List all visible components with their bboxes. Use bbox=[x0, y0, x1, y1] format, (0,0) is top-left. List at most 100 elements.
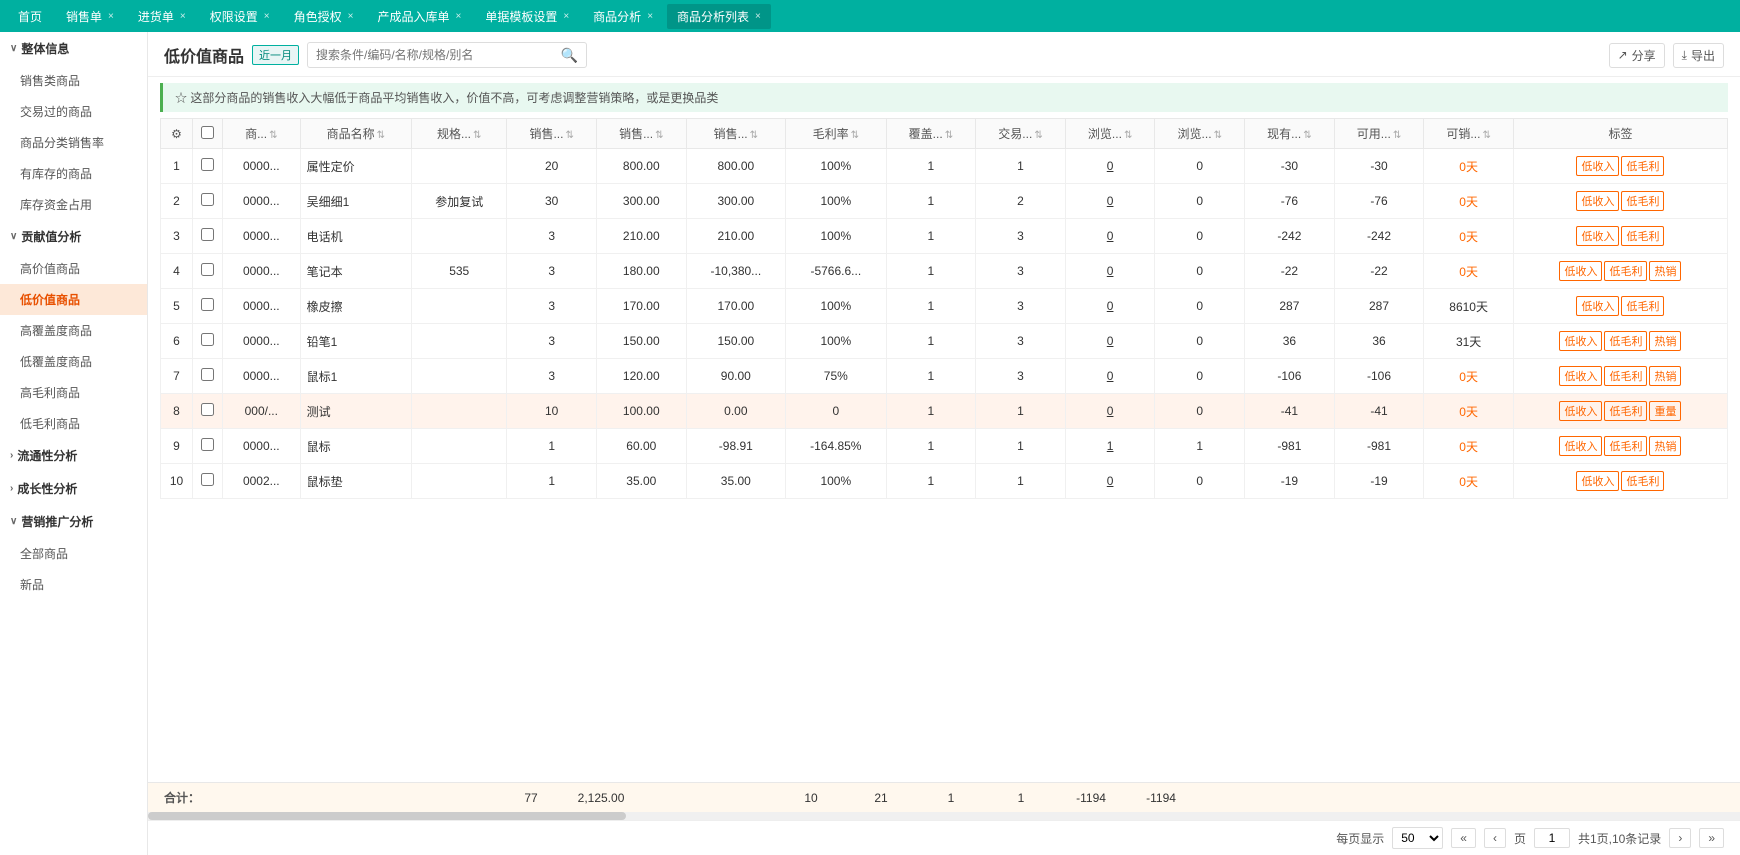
row-checkbox[interactable] bbox=[201, 438, 214, 451]
row-checkbox[interactable] bbox=[201, 368, 214, 381]
nav-close-role[interactable]: × bbox=[348, 11, 354, 22]
nav-product-in[interactable]: 产成品入库单 × bbox=[367, 4, 471, 29]
nav-template[interactable]: 单据模板设置 × bbox=[475, 4, 579, 29]
sidebar-item-low-coverage[interactable]: 低覆盖度商品 bbox=[0, 346, 147, 377]
row-view1[interactable]: 0 bbox=[1065, 219, 1155, 254]
row-checkbox-cell[interactable] bbox=[193, 149, 223, 184]
row-checkbox-cell[interactable] bbox=[193, 359, 223, 394]
row-checkbox-cell[interactable] bbox=[193, 394, 223, 429]
nav-home[interactable]: 首页 bbox=[8, 4, 52, 29]
col-checkbox[interactable] bbox=[193, 119, 223, 149]
sidebar-group-contribution[interactable]: ∨ 贡献值分析 bbox=[0, 220, 147, 253]
row-checkbox[interactable] bbox=[201, 228, 214, 241]
col-qty[interactable]: 销售...⇅ bbox=[507, 119, 597, 149]
row-view1[interactable]: 0 bbox=[1065, 464, 1155, 499]
view1-link[interactable]: 0 bbox=[1107, 369, 1114, 383]
nav-sales[interactable]: 销售单 × bbox=[56, 4, 124, 29]
col-settings[interactable]: ⚙ bbox=[161, 119, 193, 149]
col-view1[interactable]: 浏览...⇅ bbox=[1065, 119, 1155, 149]
export-button[interactable]: ⤓ 导出 bbox=[1673, 43, 1724, 68]
sidebar-group-overall[interactable]: ∨ 整体信息 bbox=[0, 32, 147, 65]
row-checkbox-cell[interactable] bbox=[193, 219, 223, 254]
nav-analysis[interactable]: 商品分析 × bbox=[583, 4, 663, 29]
sidebar-item-sales-goods[interactable]: 销售类商品 bbox=[0, 65, 147, 96]
col-code[interactable]: 商...⇅ bbox=[223, 119, 301, 149]
next-page-btn[interactable]: › bbox=[1669, 828, 1691, 848]
share-button[interactable]: ↗ 分享 bbox=[1609, 43, 1665, 68]
nav-close-permission[interactable]: × bbox=[264, 11, 270, 22]
first-page-btn[interactable]: « bbox=[1451, 828, 1476, 848]
nav-close-template[interactable]: × bbox=[563, 11, 569, 22]
nav-close-product-in[interactable]: × bbox=[455, 11, 461, 22]
per-page-select[interactable]: 50 100 200 bbox=[1392, 827, 1443, 849]
col-name[interactable]: 商品名称⇅ bbox=[300, 119, 411, 149]
table-container[interactable]: ⚙ 商...⇅ 商品名称⇅ 规格...⇅ 销售...⇅ 销售...⇅ 销售...… bbox=[148, 118, 1740, 782]
row-view1[interactable]: 0 bbox=[1065, 184, 1155, 219]
row-checkbox[interactable] bbox=[201, 333, 214, 346]
sidebar-item-in-stock[interactable]: 有库存的商品 bbox=[0, 158, 147, 189]
search-input[interactable] bbox=[316, 48, 557, 62]
col-margin[interactable]: 毛利率⇅ bbox=[786, 119, 887, 149]
col-coverage[interactable]: 覆盖...⇅ bbox=[886, 119, 976, 149]
sidebar-item-low-value[interactable]: 低价值商品 bbox=[0, 284, 147, 315]
sidebar-item-new-goods[interactable]: 新品 bbox=[0, 569, 147, 600]
last-page-btn[interactable]: » bbox=[1699, 828, 1724, 848]
sidebar-item-low-margin[interactable]: 低毛利商品 bbox=[0, 408, 147, 439]
col-days[interactable]: 可销...⇅ bbox=[1424, 119, 1514, 149]
view1-link[interactable]: 0 bbox=[1107, 194, 1114, 208]
col-view2[interactable]: 浏览...⇅ bbox=[1155, 119, 1245, 149]
page-input[interactable] bbox=[1534, 828, 1570, 848]
view1-link[interactable]: 0 bbox=[1107, 264, 1114, 278]
horizontal-scrollbar[interactable] bbox=[148, 812, 1740, 820]
view1-link[interactable]: 0 bbox=[1107, 404, 1114, 418]
nav-role[interactable]: 角色授权 × bbox=[284, 4, 364, 29]
nav-close-analysis-list[interactable]: × bbox=[755, 11, 761, 22]
row-view1[interactable]: 0 bbox=[1065, 289, 1155, 324]
prev-page-btn[interactable]: ‹ bbox=[1484, 828, 1506, 848]
row-view1[interactable]: 1 bbox=[1065, 429, 1155, 464]
row-view1[interactable]: 0 bbox=[1065, 359, 1155, 394]
row-checkbox-cell[interactable] bbox=[193, 289, 223, 324]
scrollbar-thumb[interactable] bbox=[148, 812, 626, 820]
row-view1[interactable]: 0 bbox=[1065, 254, 1155, 289]
nav-close-sales[interactable]: × bbox=[108, 11, 114, 22]
row-checkbox[interactable] bbox=[201, 403, 214, 416]
sidebar-item-stock-capital[interactable]: 库存资金占用 bbox=[0, 189, 147, 220]
view1-link[interactable]: 1 bbox=[1107, 439, 1114, 453]
view1-link[interactable]: 0 bbox=[1107, 299, 1114, 313]
nav-close-purchase[interactable]: × bbox=[180, 11, 186, 22]
col-stock[interactable]: 现有...⇅ bbox=[1245, 119, 1335, 149]
row-checkbox[interactable] bbox=[201, 193, 214, 206]
sidebar-item-high-margin[interactable]: 高毛利商品 bbox=[0, 377, 147, 408]
row-checkbox[interactable] bbox=[201, 473, 214, 486]
nav-close-analysis[interactable]: × bbox=[647, 11, 653, 22]
row-checkbox-cell[interactable] bbox=[193, 254, 223, 289]
row-view1[interactable]: 0 bbox=[1065, 324, 1155, 359]
col-spec[interactable]: 规格...⇅ bbox=[412, 119, 507, 149]
row-view1[interactable]: 0 bbox=[1065, 394, 1155, 429]
row-checkbox[interactable] bbox=[201, 298, 214, 311]
col-available[interactable]: 可用...⇅ bbox=[1334, 119, 1424, 149]
search-box[interactable]: 🔍 bbox=[307, 42, 587, 68]
row-checkbox[interactable] bbox=[201, 158, 214, 171]
nav-analysis-list[interactable]: 商品分析列表 × bbox=[667, 4, 771, 29]
row-checkbox-cell[interactable] bbox=[193, 429, 223, 464]
period-tag[interactable]: 近一月 bbox=[252, 45, 299, 65]
view1-link[interactable]: 0 bbox=[1107, 334, 1114, 348]
col-total[interactable]: 销售...⇅ bbox=[686, 119, 785, 149]
sidebar-item-category-rate[interactable]: 商品分类销售率 bbox=[0, 127, 147, 158]
nav-permission[interactable]: 权限设置 × bbox=[200, 4, 280, 29]
select-all-checkbox[interactable] bbox=[201, 126, 214, 139]
col-trans[interactable]: 交易...⇅ bbox=[976, 119, 1066, 149]
view1-link[interactable]: 0 bbox=[1107, 229, 1114, 243]
row-view1[interactable]: 0 bbox=[1065, 149, 1155, 184]
view1-link[interactable]: 0 bbox=[1107, 474, 1114, 488]
sidebar-item-high-value[interactable]: 高价值商品 bbox=[0, 253, 147, 284]
nav-purchase[interactable]: 进货单 × bbox=[128, 4, 196, 29]
row-checkbox[interactable] bbox=[201, 263, 214, 276]
view1-link[interactable]: 0 bbox=[1107, 159, 1114, 173]
col-price[interactable]: 销售...⇅ bbox=[596, 119, 686, 149]
sidebar-item-all-goods[interactable]: 全部商品 bbox=[0, 538, 147, 569]
sidebar-item-high-coverage[interactable]: 高覆盖度商品 bbox=[0, 315, 147, 346]
row-checkbox-cell[interactable] bbox=[193, 324, 223, 359]
